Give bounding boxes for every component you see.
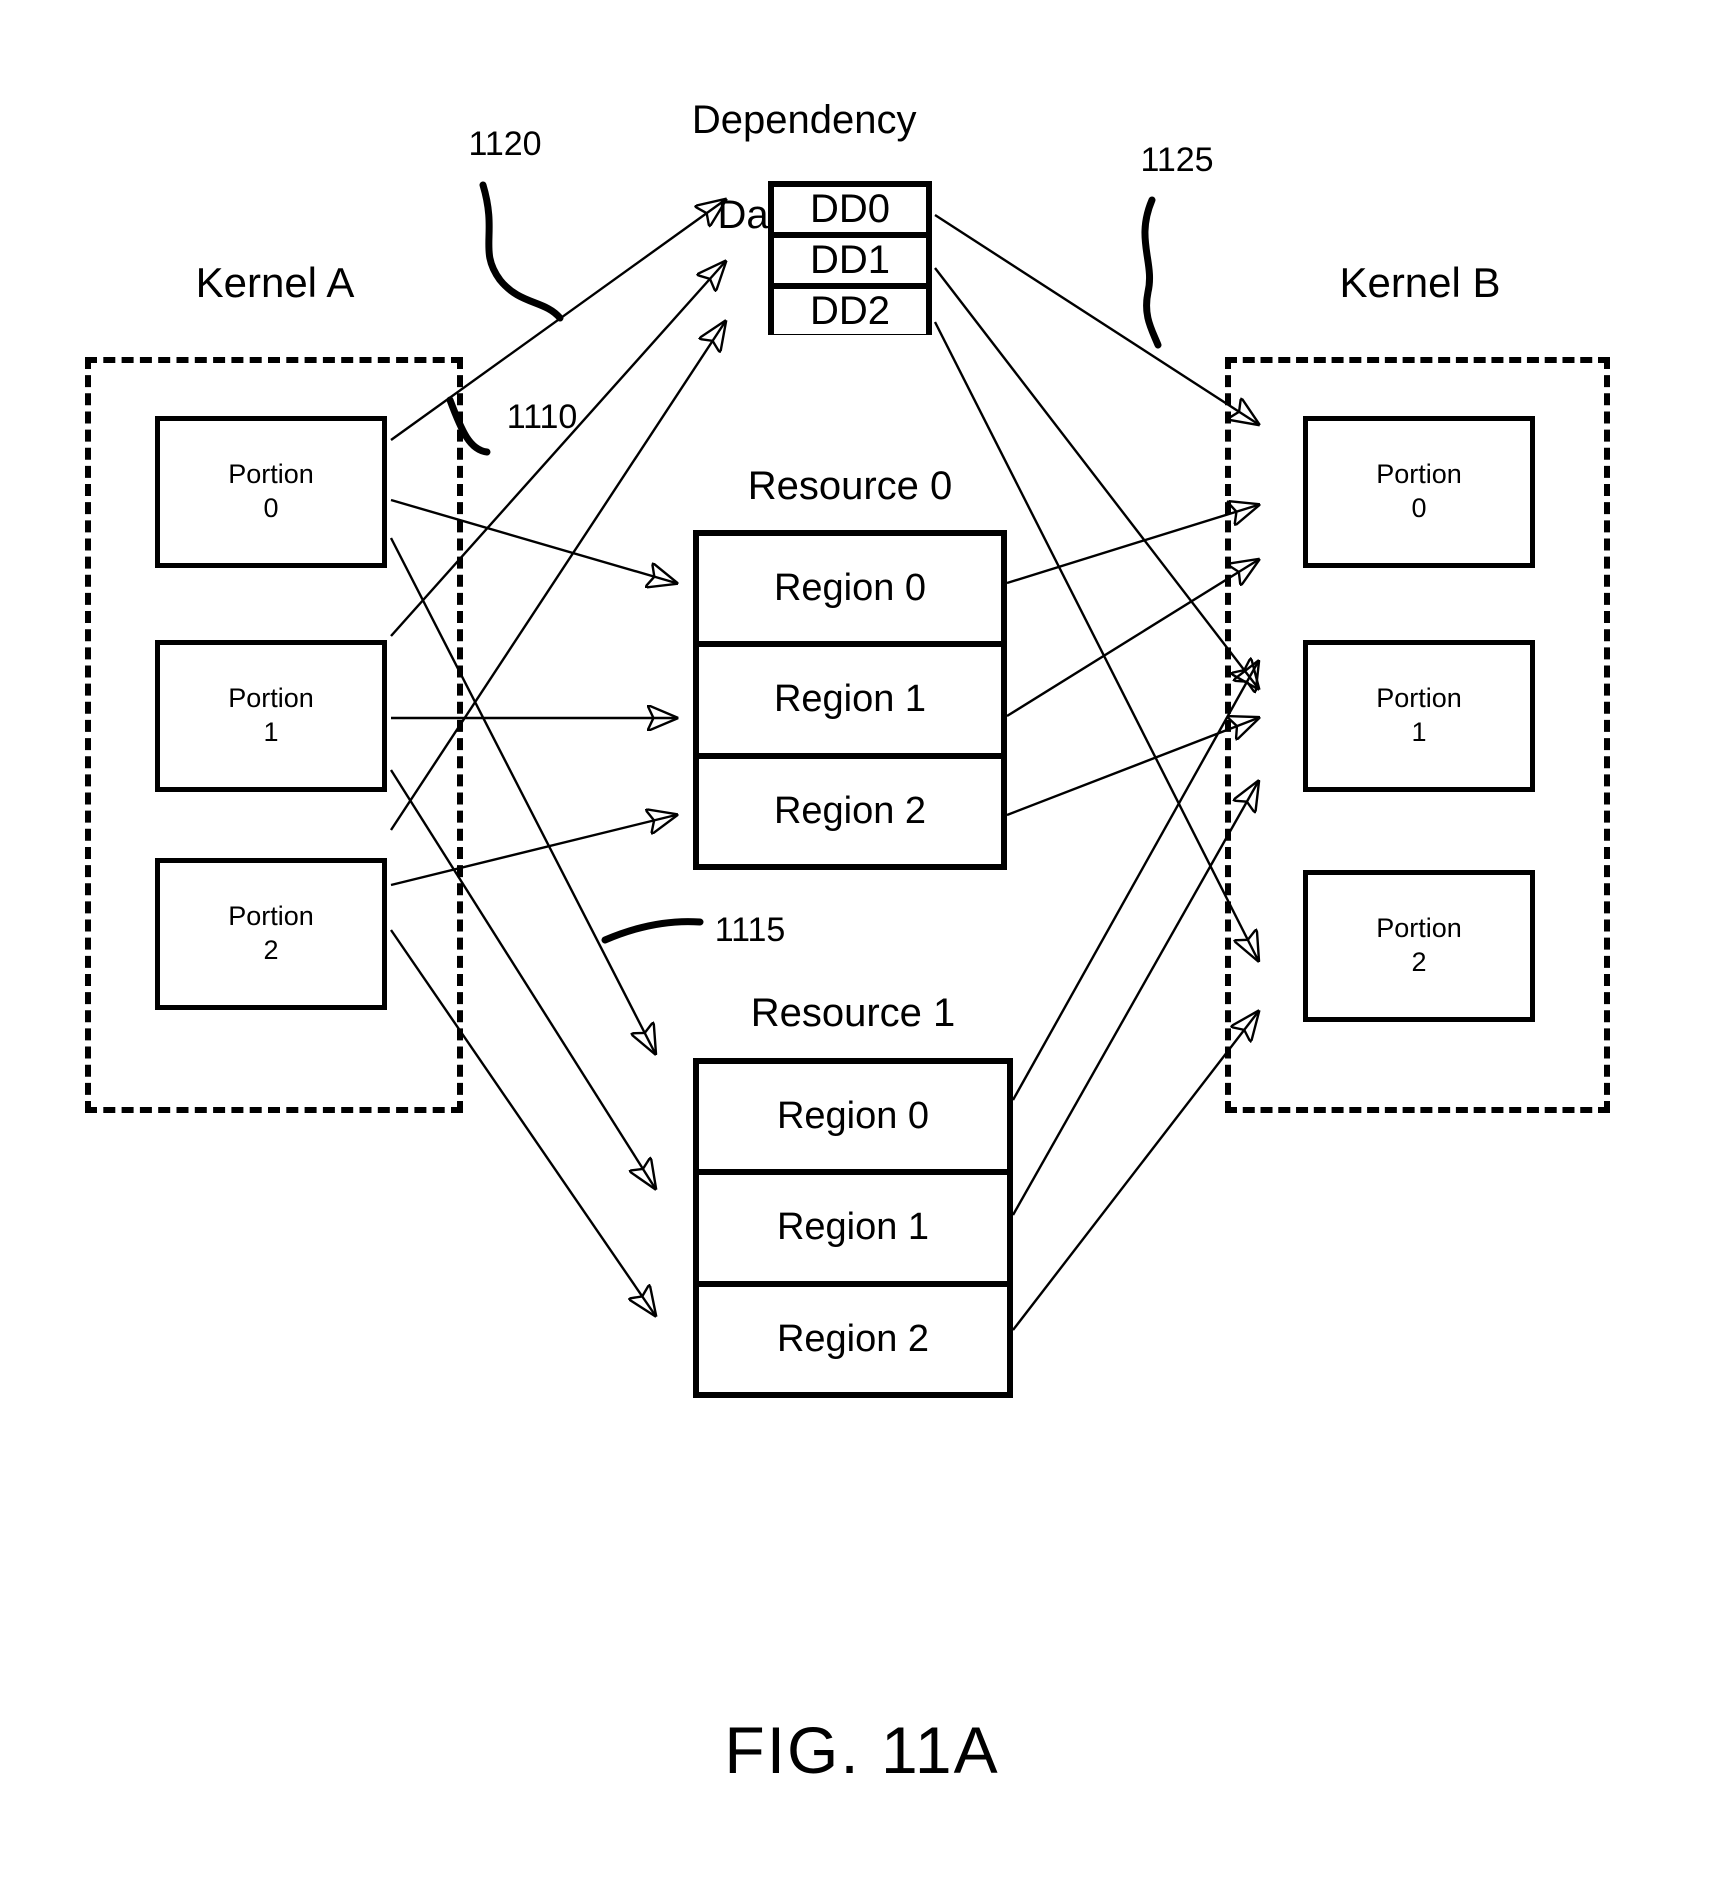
resource-1-region-2[interactable]: Region 2 (699, 1286, 1007, 1392)
kernel-a-portion-1-index: 1 (263, 717, 279, 747)
kernel-b-title: Kernel B (1339, 259, 1501, 306)
patent-figure-11a: Dependency Datastore DD0 DD1 DD2 Kernel … (0, 0, 1725, 1886)
kernel-b-portion-0-name: Portion (1376, 459, 1462, 490)
resource-0-region-0[interactable]: Region 0 (699, 536, 1001, 648)
reference-numeral-1120: 1120 (468, 125, 542, 163)
kernel-a-portion-0-index: 0 (263, 493, 279, 523)
resource-0-region-2[interactable]: Region 2 (699, 758, 1001, 864)
wires-resource-to-kernel-b (1006, 505, 1258, 1331)
dependency-datastore-stack: DD0 DD1 DD2 (768, 181, 932, 335)
kernel-b-portion-2-name: Portion (1376, 913, 1462, 944)
resource-1-title: Resource 1 (750, 991, 956, 1035)
datastore-entry-dd1[interactable]: DD1 (774, 238, 926, 289)
dependency-datastore-title-line1: Dependency (691, 98, 917, 143)
kernel-b-portion-0-index: 0 (1411, 493, 1427, 523)
kernel-a-portion-2[interactable]: Portion 2 (155, 858, 387, 1010)
resource-0-region-1[interactable]: Region 1 (699, 647, 1001, 759)
kernel-b-portion-1-name: Portion (1376, 683, 1462, 714)
kernel-b-portion-1-index: 1 (1411, 717, 1427, 747)
kernel-a-portion-2-index: 2 (263, 935, 279, 965)
resource-1-stack: Region 0 Region 1 Region 2 (693, 1058, 1013, 1398)
resource-1-region-1[interactable]: Region 1 (699, 1175, 1007, 1287)
figure-caption: FIG. 11A (724, 1713, 1000, 1787)
kernel-a-portion-2-name: Portion (228, 901, 314, 932)
reference-numeral-1115: 1115 (714, 911, 786, 949)
kernel-b-portion-1[interactable]: Portion 1 (1303, 640, 1535, 792)
kernel-a-portion-1-name: Portion (228, 683, 314, 714)
kernel-b-portion-2[interactable]: Portion 2 (1303, 870, 1535, 1022)
kernel-a-portion-1[interactable]: Portion 1 (155, 640, 387, 792)
kernel-a-title: Kernel A (195, 259, 355, 306)
kernel-a-portion-0-name: Portion (228, 459, 314, 490)
datastore-entry-dd2[interactable]: DD2 (774, 289, 926, 334)
kernel-b-portion-0[interactable]: Portion 0 (1303, 416, 1535, 568)
reference-numeral-1125: 1125 (1140, 141, 1214, 179)
reference-numeral-1110: 1110 (506, 398, 578, 436)
kernel-a-portion-0[interactable]: Portion 0 (155, 416, 387, 568)
resource-0-stack: Region 0 Region 1 Region 2 (693, 530, 1007, 870)
kernel-b-portion-2-index: 2 (1411, 947, 1427, 977)
datastore-entry-dd0[interactable]: DD0 (774, 187, 926, 238)
resource-0-title: Resource 0 (747, 464, 953, 508)
resource-1-region-0[interactable]: Region 0 (699, 1064, 1007, 1176)
